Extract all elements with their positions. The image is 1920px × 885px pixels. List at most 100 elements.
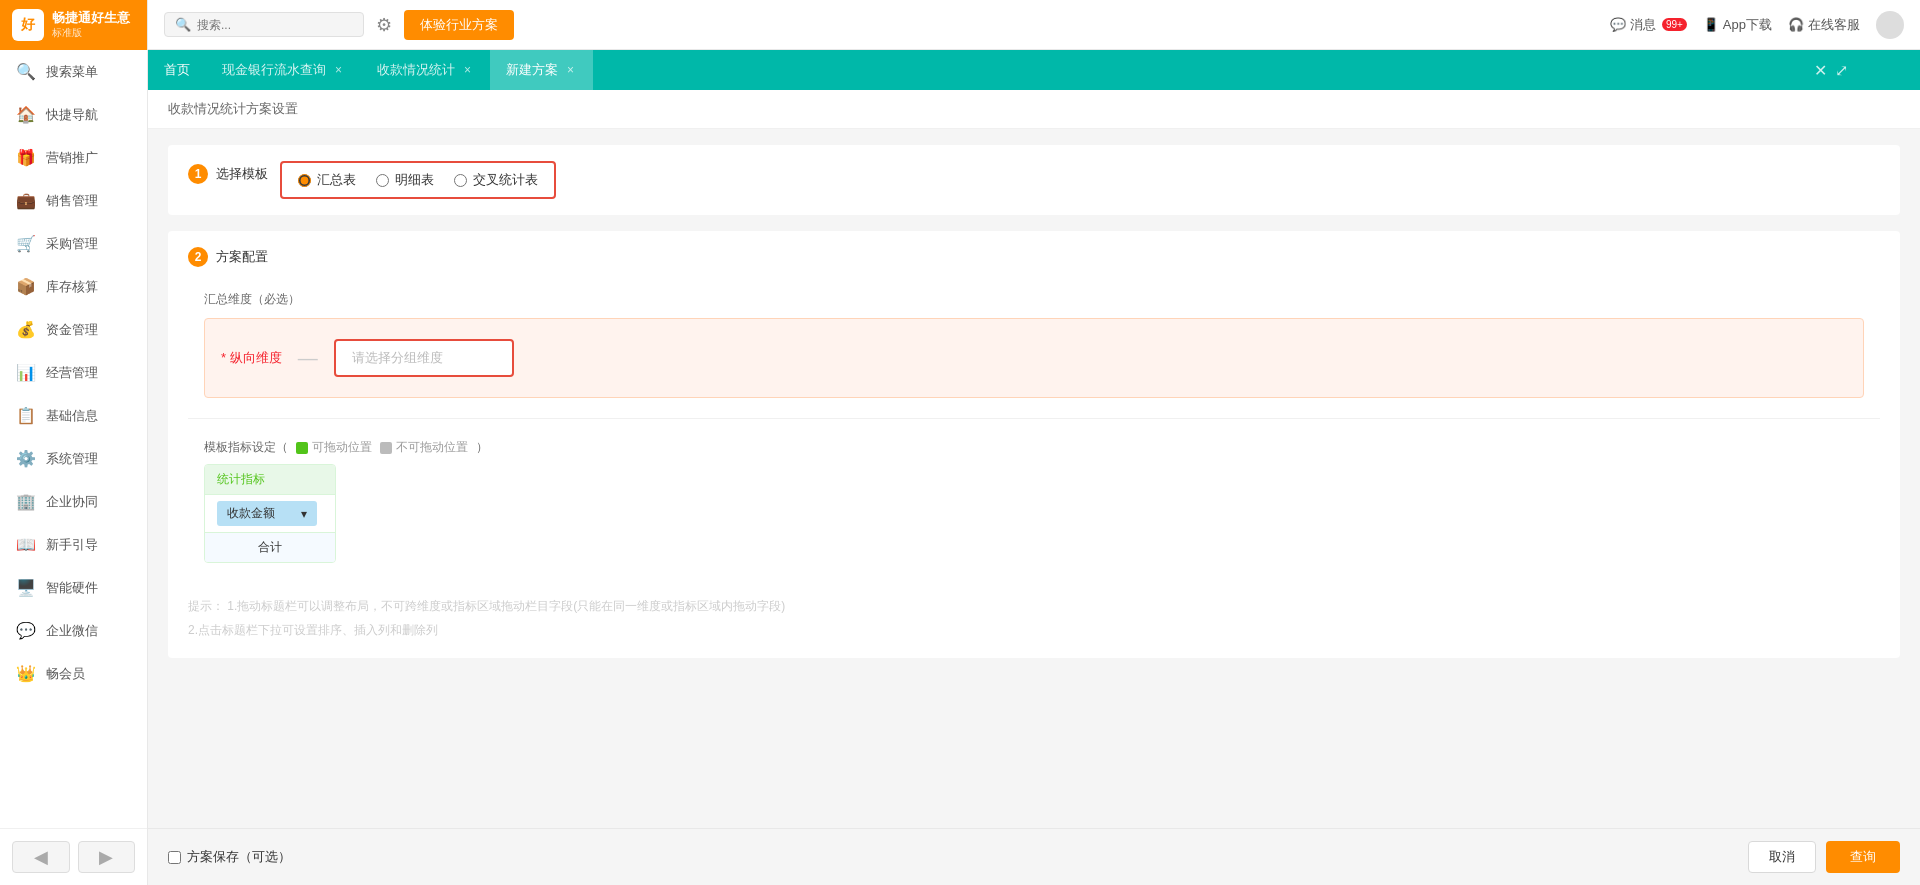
tab-new-plan[interactable]: 新建方案 × — [490, 50, 593, 90]
service-btn[interactable]: 🎧 在线客服 — [1788, 16, 1860, 34]
system-icon: ⚙️ — [16, 449, 36, 468]
enterprise-icon: 🏢 — [16, 492, 36, 511]
save-checkbox-label: 方案保存（可选） — [187, 848, 291, 866]
sidebar-item-label: 基础信息 — [46, 407, 98, 425]
search-icon: 🔍 — [16, 62, 36, 81]
divider-1 — [188, 418, 1880, 419]
step2-label: 方案配置 — [216, 248, 268, 266]
tab-close-all-btn[interactable]: ✕ — [1814, 61, 1827, 80]
finance-icon: 💰 — [16, 320, 36, 339]
no-draggable-indicator: 不可拖动位置 — [380, 439, 468, 456]
tab-fullscreen-btn[interactable]: ⤢ — [1835, 61, 1848, 80]
hint-2: 2.点击标题栏下拉可设置排序、插入列和删除列 — [188, 618, 1880, 642]
operations-icon: 📊 — [16, 363, 36, 382]
step1-label: 选择模板 — [216, 165, 268, 183]
sidebar-item-sales[interactable]: 💼 销售管理 — [0, 179, 147, 222]
radio-detail-label: 明细表 — [395, 171, 434, 189]
marketing-icon: 🎁 — [16, 148, 36, 167]
sidebar-item-wechat[interactable]: 💬 企业微信 — [0, 609, 147, 652]
tab-collection-stats-close[interactable]: × — [461, 62, 474, 78]
drag-color-icon — [296, 442, 308, 454]
sidebar-item-guide[interactable]: 📖 新手引导 — [0, 523, 147, 566]
inventory-icon: 📦 — [16, 277, 36, 296]
sidebar-item-search[interactable]: 🔍 搜索菜单 — [0, 50, 147, 93]
sidebar-item-finance[interactable]: 💰 资金管理 — [0, 308, 147, 351]
step1-block: 1 选择模板 汇总表 明细表 — [168, 145, 1900, 215]
tab-home[interactable]: 首页 — [148, 50, 206, 90]
topbar-search-box[interactable]: 🔍 — [164, 12, 364, 37]
tab-collection-stats[interactable]: 收款情况统计 × — [361, 50, 490, 90]
metrics-table-header: 统计指标 — [205, 465, 335, 495]
draggable-indicator: 可拖动位置 — [296, 439, 372, 456]
sidebar-nav: 🔍 搜索菜单 🏠 快捷导航 🎁 营销推广 💼 销售管理 🛒 采购管理 📦 库存核… — [0, 50, 147, 828]
purchase-icon: 🛒 — [16, 234, 36, 253]
sidebar-collapse-btn[interactable]: ◀ — [12, 841, 70, 873]
radio-cross[interactable]: 交叉统计表 — [454, 171, 538, 189]
sidebar-item-member[interactable]: 👑 畅会员 — [0, 652, 147, 695]
sidebar-item-label: 快捷导航 — [46, 106, 98, 124]
topbar-right: 💬 消息 99+ 📱 App下载 🎧 在线客服 — [1610, 11, 1904, 39]
sidebar-item-label: 企业微信 — [46, 622, 98, 640]
service-icon: 🎧 — [1788, 17, 1804, 32]
metrics-header: 模板指标设定（ 可拖动位置 不可拖动位置 ） — [204, 439, 1864, 456]
content-body: 1 选择模板 汇总表 明细表 — [148, 129, 1920, 828]
sidebar-item-label: 营销推广 — [46, 149, 98, 167]
member-icon: 👑 — [16, 664, 36, 683]
wechat-icon: 💬 — [16, 621, 36, 640]
logo-icon: 好 — [12, 9, 44, 41]
tab-bank-flow-label: 现金银行流水查询 — [222, 61, 326, 79]
no-drag-color-icon — [380, 442, 392, 454]
sidebar-item-system[interactable]: ⚙️ 系统管理 — [0, 437, 147, 480]
sidebar-item-label: 搜索菜单 — [46, 63, 98, 81]
query-button[interactable]: 查询 — [1826, 841, 1900, 873]
sidebar-item-label: 智能硬件 — [46, 579, 98, 597]
tab-bar: 首页 现金银行流水查询 × 收款情况统计 × 新建方案 × ✕ ⤢ — [148, 50, 1920, 90]
sidebar-item-inventory[interactable]: 📦 库存核算 — [0, 265, 147, 308]
sidebar-item-quicknav[interactable]: 🏠 快捷导航 — [0, 93, 147, 136]
save-plan-checkbox[interactable] — [168, 851, 181, 864]
dimension-area: * 纵向维度 — 请选择分组维度 — [204, 318, 1864, 398]
topbar: 🔍 ⚙ 体验行业方案 💬 消息 99+ 📱 App下载 🎧 在线客服 — [148, 0, 1920, 50]
cancel-button[interactable]: 取消 — [1748, 841, 1816, 873]
metrics-amount-dropdown[interactable]: 收款金额 ▾ — [217, 501, 317, 526]
trial-industry-btn[interactable]: 体验行业方案 — [404, 10, 514, 40]
sidebar-bottom: ◀ ▶ — [0, 828, 147, 885]
sidebar-item-purchase[interactable]: 🛒 采购管理 — [0, 222, 147, 265]
step1-header: 1 选择模板 — [188, 164, 268, 184]
vertical-dimension-label: * 纵向维度 — [221, 349, 282, 367]
metrics-table: 统计指标 收款金额 ▾ 合计 — [204, 464, 336, 563]
home-icon: 🏠 — [16, 105, 36, 124]
sidebar-expand-btn[interactable]: ▶ — [78, 841, 136, 873]
sidebar-item-hardware[interactable]: 🖥️ 智能硬件 — [0, 566, 147, 609]
breadcrumb: 收款情况统计方案设置 — [148, 90, 1920, 129]
tab-new-plan-close[interactable]: × — [564, 62, 577, 78]
radio-detail-input[interactable] — [376, 174, 389, 187]
radio-cross-input[interactable] — [454, 174, 467, 187]
notification-btn[interactable]: 💬 消息 99+ — [1610, 16, 1687, 34]
sidebar-logo: 好 畅捷通好生意 标准版 — [0, 0, 147, 50]
hardware-icon: 🖥️ — [16, 578, 36, 597]
logo-text: 畅捷通好生意 标准版 — [52, 10, 130, 40]
download-btn[interactable]: 📱 App下载 — [1703, 16, 1772, 34]
dimension-select-btn[interactable]: 请选择分组维度 — [334, 339, 514, 377]
tab-home-label: 首页 — [164, 61, 190, 79]
tab-bank-flow[interactable]: 现金银行流水查询 × — [206, 50, 361, 90]
metrics-section: 模板指标设定（ 可拖动位置 不可拖动位置 ） 统计指标 — [188, 427, 1880, 578]
sidebar-item-basic[interactable]: 📋 基础信息 — [0, 394, 147, 437]
sidebar-item-marketing[interactable]: 🎁 营销推广 — [0, 136, 147, 179]
radio-detail[interactable]: 明细表 — [376, 171, 434, 189]
save-plan-checkbox-label[interactable]: 方案保存（可选） — [168, 848, 291, 866]
metrics-table-row-amount: 收款金额 ▾ — [205, 495, 335, 532]
sidebar-item-enterprise[interactable]: 🏢 企业协同 — [0, 480, 147, 523]
main-area: 🔍 ⚙ 体验行业方案 💬 消息 99+ 📱 App下载 🎧 在线客服 首页 — [148, 0, 1920, 885]
avatar[interactable] — [1876, 11, 1904, 39]
tab-collection-stats-label: 收款情况统计 — [377, 61, 455, 79]
radio-summary[interactable]: 汇总表 — [298, 171, 356, 189]
radio-summary-input[interactable] — [298, 174, 311, 187]
gear-icon[interactable]: ⚙ — [376, 14, 392, 36]
footer-buttons: 取消 查询 — [1748, 841, 1900, 873]
search-input[interactable] — [197, 18, 337, 32]
sidebar-item-operations[interactable]: 📊 经营管理 — [0, 351, 147, 394]
tab-new-plan-label: 新建方案 — [506, 61, 558, 79]
tab-bank-flow-close[interactable]: × — [332, 62, 345, 78]
